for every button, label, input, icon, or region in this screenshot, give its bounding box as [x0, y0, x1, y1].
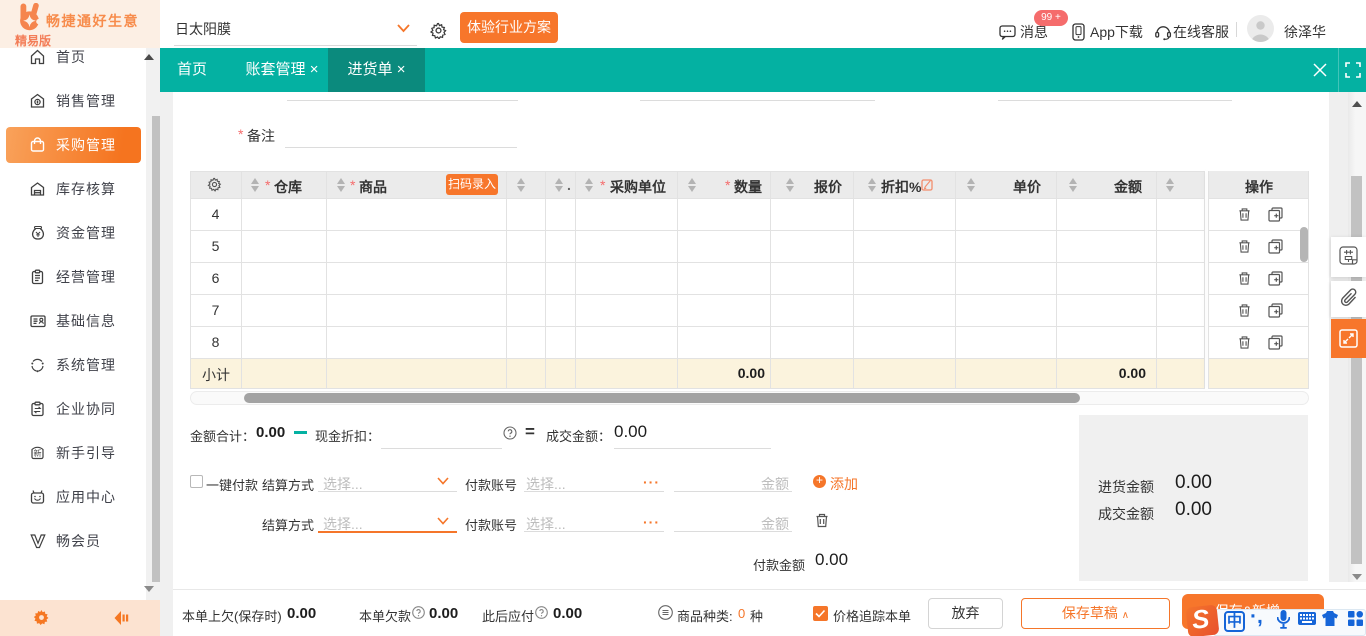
svg-text:新: 新	[34, 448, 42, 458]
